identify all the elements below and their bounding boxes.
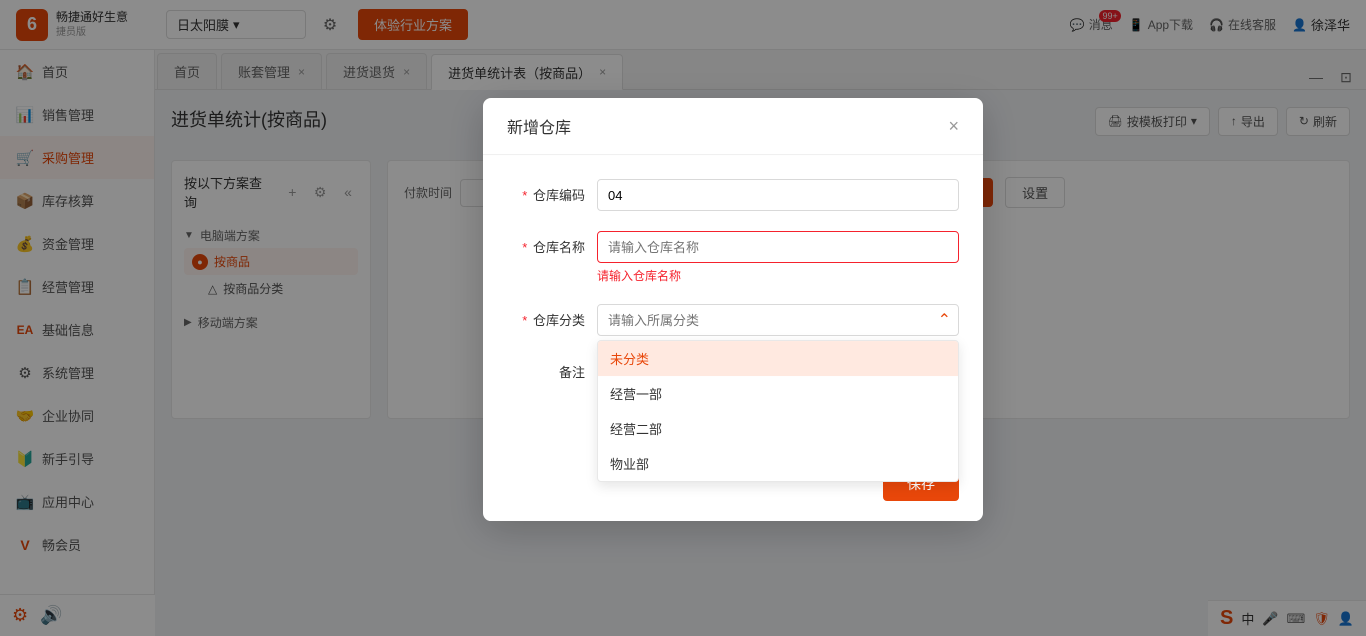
modal-close-button[interactable]: × (948, 116, 959, 137)
category-control: ⌃ 未分类 经营一部 经营二部 物业部 (597, 304, 959, 336)
category-input[interactable] (597, 304, 959, 336)
code-control (597, 179, 959, 211)
modal-body: * 仓库编码 * 仓库名称 请输入仓库名称 * 仓库分类 (483, 155, 983, 455)
name-input[interactable] (597, 231, 959, 263)
modal-title: 新增仓库 (507, 114, 571, 138)
name-control: 请输入仓库名称 (597, 231, 959, 284)
modal-header: 新增仓库 × (483, 98, 983, 155)
dropdown-option-uncategorized[interactable]: 未分类 (598, 341, 958, 376)
name-label: * 仓库名称 (507, 231, 597, 256)
new-warehouse-modal: 新增仓库 × * 仓库编码 * 仓库名称 请输入仓库名称 (483, 98, 983, 521)
dropdown-option-dept1[interactable]: 经营一部 (598, 376, 958, 411)
category-label: * 仓库分类 (507, 304, 597, 329)
dropdown-option-dept2[interactable]: 经营二部 (598, 411, 958, 446)
dropdown-option-dept3[interactable]: 物业部 (598, 446, 958, 481)
category-form-row: * 仓库分类 ⌃ 未分类 经营一部 经营二部 物业部 (507, 304, 959, 336)
category-dropdown-toggle[interactable]: ⌃ (938, 310, 951, 330)
code-label: * 仓库编码 (507, 179, 597, 204)
code-form-row: * 仓库编码 (507, 179, 959, 211)
name-error-message: 请输入仓库名称 (597, 267, 959, 284)
remark-label: 备注 (507, 356, 597, 381)
category-dropdown: 未分类 经营一部 经营二部 物业部 (597, 340, 959, 482)
name-form-row: * 仓库名称 请输入仓库名称 (507, 231, 959, 284)
code-input[interactable] (597, 179, 959, 211)
